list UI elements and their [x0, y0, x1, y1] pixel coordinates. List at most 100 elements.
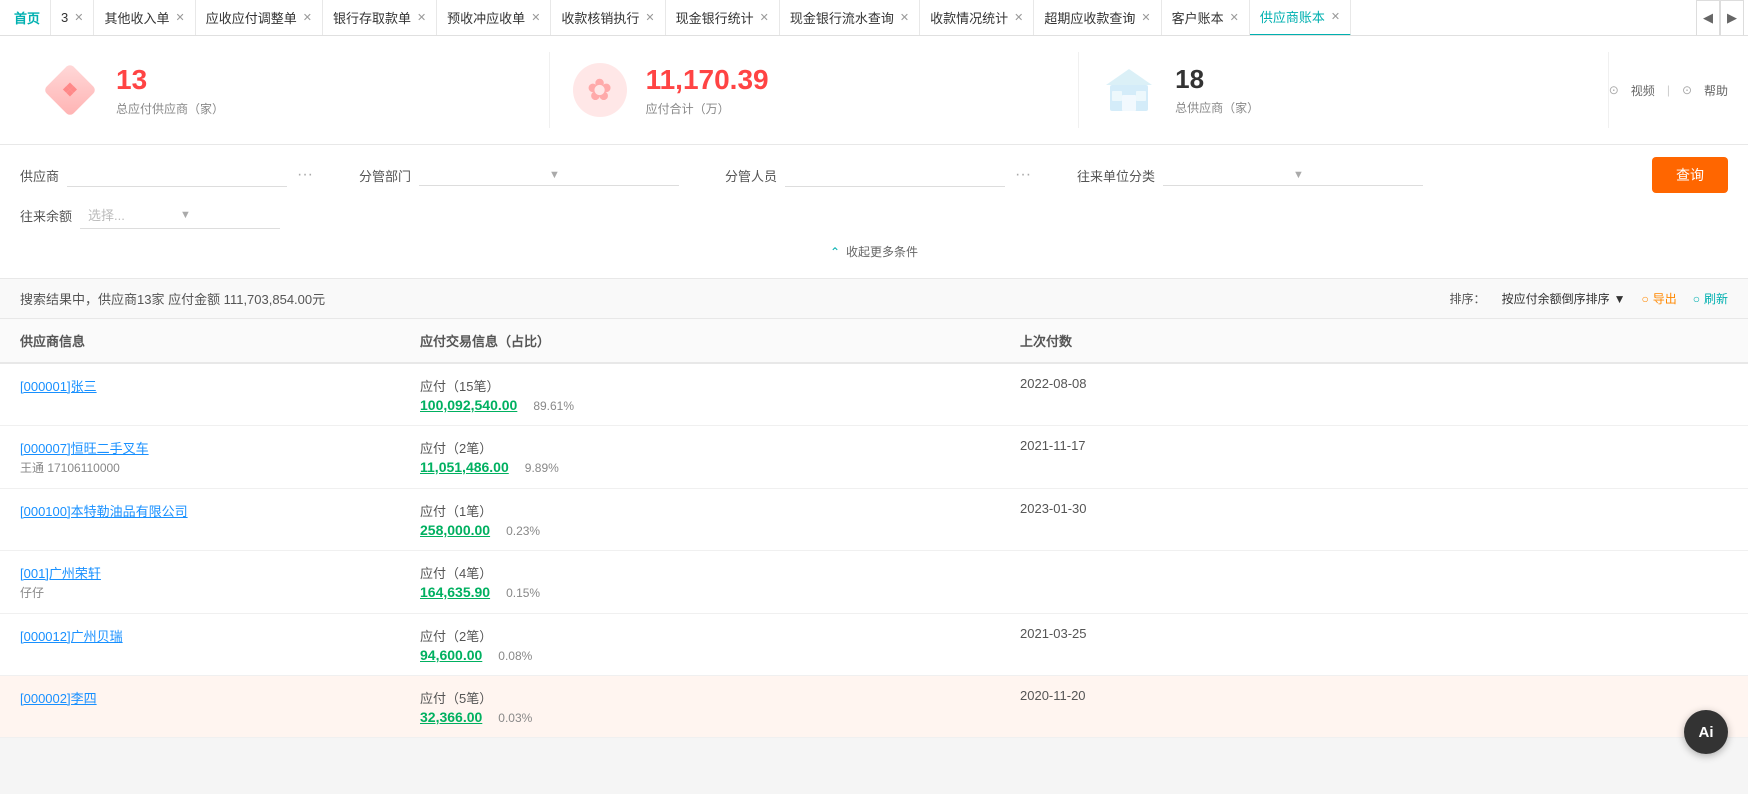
supplier-link[interactable]: [001]广州荣轩	[20, 563, 420, 582]
nav-tab-bank[interactable]: 银行存取款单 ✕	[323, 0, 437, 36]
trans-label: 应付（2笔）	[420, 626, 1020, 645]
balance-select[interactable]: 选择... ▼	[80, 201, 280, 229]
trans-amount[interactable]: 32,366.00	[420, 709, 482, 725]
help-links: ⊙ 视频 | ⊙ 帮助	[1609, 82, 1728, 99]
nav-tab-supplier-active[interactable]: 供应商账本 ✕	[1250, 0, 1351, 36]
nav-tab-other-income[interactable]: 其他收入单 ✕	[94, 0, 195, 36]
table-row: [000007]恒旺二手叉车 王通 17106110000 应付（2笔） 11,…	[0, 426, 1748, 489]
summary-info-payable: 13 总应付供应商（家）	[116, 63, 224, 118]
nav-prev-arrow[interactable]: ◀	[1696, 0, 1720, 36]
nav-tab-customer[interactable]: 客户账本 ✕	[1162, 0, 1250, 36]
close-icon[interactable]: ✕	[1331, 10, 1340, 23]
person-label: 分管人员	[725, 166, 777, 185]
trans-percent: 0.08%	[498, 649, 532, 663]
supplier-cell: [001]广州荣轩 仔仔	[20, 563, 420, 601]
filter-dept: 分管部门 ▼	[359, 165, 679, 186]
close-icon[interactable]: ✕	[1141, 11, 1150, 24]
filter-row-1: 供应商 ··· 分管部门 ▼ 分管人员 ··· 往来单位分类 ▼ 查询	[20, 157, 1728, 193]
nav-tab-cash-stat[interactable]: 现金银行统计 ✕	[666, 0, 780, 36]
table-row: [000002]李四 应付（5笔） 32,366.00 0.03% 2020-1…	[0, 676, 1748, 738]
export-button[interactable]: ○ 导出	[1641, 290, 1676, 307]
nav-tab-cash-flow[interactable]: 现金银行流水查询 ✕	[780, 0, 920, 36]
sort-label: 排序：	[1450, 290, 1486, 307]
trans-amount[interactable]: 164,635.90	[420, 584, 490, 600]
summary-info-suppliers: 18 总供应商（家）	[1175, 64, 1259, 116]
person-input[interactable]	[785, 163, 1005, 187]
close-icon[interactable]: ✕	[175, 11, 184, 24]
col-header-transaction: 应付交易信息（占比）	[420, 331, 1020, 350]
filter-row-2: 往来余额 选择... ▼	[20, 201, 1728, 229]
dept-select[interactable]: ▼	[419, 165, 679, 186]
supplier-sub: 王通 17106110000	[20, 459, 420, 476]
trans-amount[interactable]: 258,000.00	[420, 522, 490, 538]
lastpay-cell: 2023-01-30	[1020, 501, 1728, 516]
supplier-cell: [000012]广州贝瑞	[20, 626, 420, 645]
close-icon[interactable]: ✕	[417, 11, 426, 24]
nav-tab-prepay[interactable]: 预收冲应收单 ✕	[437, 0, 551, 36]
sort-select[interactable]: 按应付余额倒序排序 ▼	[1502, 290, 1626, 307]
close-icon[interactable]: ✕	[1014, 11, 1023, 24]
table-row: [000012]广州贝瑞 应付（2笔） 94,600.00 0.08% 2021…	[0, 614, 1748, 676]
supplier-dots-icon[interactable]: ···	[297, 166, 313, 184]
dept-label: 分管部门	[359, 166, 411, 185]
supplier-sub: 仔仔	[20, 584, 420, 601]
summary-section: ❖ 13 总应付供应商（家） ✿ 11,170.39 应付合计（万）	[0, 36, 1748, 145]
lastpay-cell: 2021-03-25	[1020, 626, 1728, 641]
unit-label: 往来单位分类	[1077, 166, 1155, 185]
filter-supplier: 供应商 ···	[20, 163, 313, 187]
supplier-link[interactable]: [000100]本特勒油品有限公司	[20, 501, 420, 520]
supplier-cell: [000100]本特勒油品有限公司	[20, 501, 420, 520]
trans-amount[interactable]: 94,600.00	[420, 647, 482, 663]
trans-percent: 0.15%	[506, 586, 540, 600]
chevron-down-icon: ▼	[1293, 169, 1415, 181]
close-icon[interactable]: ✕	[900, 11, 909, 24]
unit-select[interactable]: ▼	[1163, 165, 1423, 186]
nav-tab-adjustment[interactable]: 应收应付调整单 ✕	[196, 0, 323, 36]
nav-home[interactable]: 首页	[4, 0, 51, 36]
filter-section: 供应商 ··· 分管部门 ▼ 分管人员 ··· 往来单位分类 ▼ 查询	[0, 145, 1748, 279]
supplier-link[interactable]: [000002]李四	[20, 688, 420, 707]
nav-tab-collection-stat[interactable]: 收款情况统计 ✕	[920, 0, 1034, 36]
summary-card-payable-suppliers: ❖ 13 总应付供应商（家）	[20, 52, 550, 128]
supplier-cell: [000001]张三	[20, 376, 420, 395]
table-header: 供应商信息 应付交易信息（占比） 上次付数	[0, 319, 1748, 364]
close-icon[interactable]: ✕	[531, 11, 540, 24]
close-icon[interactable]: ✕	[303, 11, 312, 24]
refresh-button[interactable]: ○ 刷新	[1693, 290, 1728, 307]
filter-unit-class: 往来单位分类 ▼	[1077, 165, 1423, 186]
trans-amount[interactable]: 100,092,540.00	[420, 397, 517, 413]
supplier-link[interactable]: [000007]恒旺二手叉车	[20, 438, 420, 457]
trans-label: 应付（2笔）	[420, 438, 1020, 457]
transaction-cell: 应付（5笔） 32,366.00 0.03%	[420, 688, 1020, 725]
close-icon[interactable]: ✕	[74, 11, 83, 24]
results-bar: 搜索结果中，供应商13家 应付金额 111,703,854.00元 排序： 按应…	[0, 279, 1748, 319]
trans-percent: 0.03%	[498, 711, 532, 725]
ai-button[interactable]: Ai	[1684, 710, 1728, 754]
collapse-button[interactable]: ⌃ 收起更多条件	[20, 237, 1728, 266]
table-row: [000100]本特勒油品有限公司 应付（1笔） 258,000.00 0.23…	[0, 489, 1748, 551]
balance-label: 往来余额	[20, 206, 72, 225]
results-actions: 排序： 按应付余额倒序排序 ▼ ○ 导出 ○ 刷新	[1450, 290, 1728, 307]
transaction-cell: 应付（2笔） 94,600.00 0.08%	[420, 626, 1020, 663]
close-icon[interactable]: ✕	[1230, 11, 1239, 24]
refresh-icon: ○	[1693, 292, 1700, 306]
supplier-input[interactable]	[67, 163, 287, 187]
video-link[interactable]: 视频	[1631, 82, 1655, 99]
supplier-link[interactable]: [000001]张三	[20, 376, 420, 395]
search-button[interactable]: 查询	[1652, 157, 1728, 193]
nav-bar: 首页 3 ✕ 其他收入单 ✕ 应收应付调整单 ✕ 银行存取款单 ✕ 预收冲应收单…	[0, 0, 1748, 36]
nav-next-arrow[interactable]: ▶	[1720, 0, 1744, 36]
filter-person: 分管人员 ···	[725, 163, 1031, 187]
results-summary-text: 搜索结果中，供应商13家 应付金额 111,703,854.00元	[20, 289, 325, 308]
store-icon	[1099, 60, 1159, 120]
person-dots-icon[interactable]: ···	[1015, 166, 1031, 184]
help-link[interactable]: 帮助	[1704, 82, 1728, 99]
supplier-link[interactable]: [000012]广州贝瑞	[20, 626, 420, 645]
nav-tab-3[interactable]: 3 ✕	[51, 0, 94, 36]
close-icon[interactable]: ✕	[760, 11, 769, 24]
close-icon[interactable]: ✕	[645, 11, 654, 24]
table-row: [000001]张三 应付（15笔） 100,092,540.00 89.61%…	[0, 364, 1748, 426]
nav-tab-receivables[interactable]: 收款核销执行 ✕	[551, 0, 665, 36]
nav-tab-overdue[interactable]: 超期应收款查询 ✕	[1034, 0, 1161, 36]
trans-amount[interactable]: 11,051,486.00	[420, 459, 509, 475]
